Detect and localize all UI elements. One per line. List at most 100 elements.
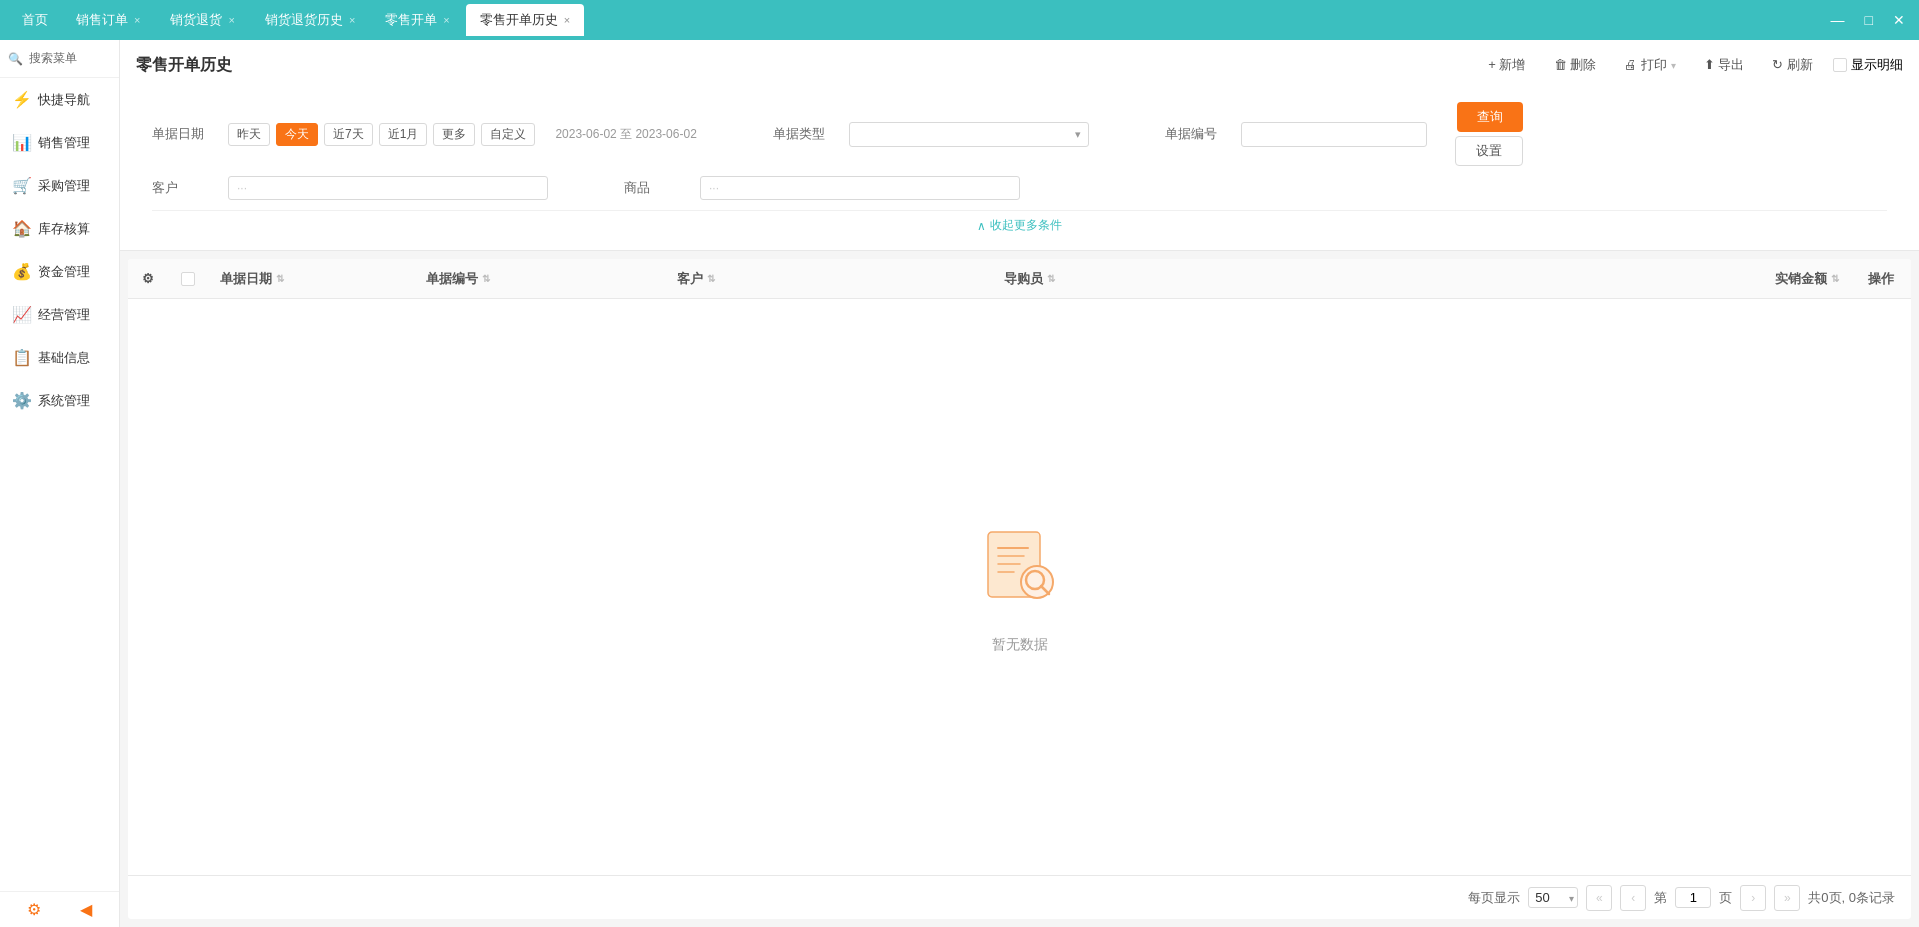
print-dropdown-icon[interactable]: ▾ (1671, 60, 1676, 71)
table-settings-icon[interactable]: ⚙ (128, 271, 168, 286)
date-btn-today[interactable]: 今天 (276, 123, 318, 146)
collapse-label: 收起更多条件 (990, 217, 1062, 234)
tab-sales-order[interactable]: 销售订单 × (62, 4, 154, 36)
sidebar-item-label-basic-info: 基础信息 (38, 349, 90, 367)
print-button[interactable]: 🖨 打印 ▾ (1616, 52, 1684, 78)
customer-placeholder: ··· (237, 181, 539, 195)
sidebar-item-label-purchase-mgmt: 采购管理 (38, 177, 90, 195)
tab-close-sales-return[interactable]: × (228, 14, 234, 26)
tab-close-sales-order[interactable]: × (134, 14, 140, 26)
pagination-next-btn[interactable]: › (1740, 885, 1766, 911)
doc-no-input[interactable] (1241, 122, 1427, 147)
tab-sales-return[interactable]: 销货退货 × (156, 4, 248, 36)
top-tabbar: 首页 销售订单 × 销货退货 × 销货退货历史 × 零售开单 × 零售开单历史 … (0, 0, 1919, 40)
search-icon: 🔍 (8, 52, 23, 66)
sales-mgmt-icon: 📊 (12, 133, 30, 152)
empty-state: 暂无数据 (128, 299, 1911, 875)
collapse-up-icon: ∧ (977, 219, 986, 233)
minimize-btn[interactable]: — (1825, 10, 1851, 30)
filter-row-customer: 客户 ··· 商品 ··· (152, 176, 1887, 200)
th-customer-sort-icon: ⇅ (707, 273, 715, 284)
table-area: ⚙ 单据日期 ⇅ 单据编号 ⇅ 客户 ⇅ 导购员 ⇅ (128, 259, 1911, 919)
collapse-button[interactable]: ∧ 收起更多条件 (977, 217, 1062, 234)
table-select-all-checkbox[interactable] (168, 272, 208, 286)
sidebar-item-label-quick-nav: 快捷导航 (38, 91, 90, 109)
goods-input[interactable]: ··· (700, 176, 1020, 200)
sidebar-item-operations[interactable]: 📈 经营管理 (0, 293, 119, 336)
table-header: ⚙ 单据日期 ⇅ 单据编号 ⇅ 客户 ⇅ 导购员 ⇅ (128, 259, 1911, 299)
customer-input[interactable]: ··· (228, 176, 548, 200)
tab-home[interactable]: 首页 (8, 4, 62, 36)
sidebar-item-system[interactable]: ⚙️ 系统管理 (0, 379, 119, 422)
th-customer[interactable]: 客户 ⇅ (665, 270, 992, 288)
sidebar-item-inventory[interactable]: 🏠 库存核算 (0, 207, 119, 250)
customer-label: 客户 (152, 179, 212, 197)
pagination-page-input[interactable] (1675, 887, 1711, 908)
operations-icon: 📈 (12, 305, 30, 324)
tab-close-sales-return-history[interactable]: × (349, 14, 355, 26)
date-range-text: 2023-06-02 至 2023-06-02 (555, 126, 696, 143)
tab-close-retail-open-history[interactable]: × (564, 14, 570, 26)
collapse-row: ∧ 收起更多条件 (152, 210, 1887, 238)
display-detail-checkbox-group: 显示明细 (1833, 56, 1903, 74)
sidebar-item-sales-mgmt[interactable]: 📊 销售管理 (0, 121, 119, 164)
toolbar: + 新增 🗑 删除 🖨 打印 ▾ ⬆ 导出 ↻ 刷新 (1480, 52, 1903, 78)
date-btn-last7[interactable]: 近7天 (324, 123, 373, 146)
pagination-last-btn[interactable]: » (1774, 885, 1800, 911)
sidebar-collapse-btn[interactable]: ◀ (80, 900, 92, 919)
th-amount-label: 实销金额 (1775, 270, 1827, 288)
tab-retail-open-history[interactable]: 零售开单历史 × (466, 4, 584, 36)
system-icon: ⚙️ (12, 391, 30, 410)
sidebar-item-finance[interactable]: 💰 资金管理 (0, 250, 119, 293)
doc-type-select-wrapper (849, 122, 1089, 147)
page-title-row: 零售开单历史 + 新增 🗑 删除 🖨 打印 ▾ ⬆ 导出 (136, 52, 1903, 78)
th-guide[interactable]: 导购员 ⇅ (992, 270, 1198, 288)
export-button[interactable]: ⬆ 导出 (1696, 52, 1753, 78)
sidebar-item-purchase-mgmt[interactable]: 🛒 采购管理 (0, 164, 119, 207)
add-button[interactable]: + 新增 (1480, 52, 1533, 78)
date-btn-yesterday[interactable]: 昨天 (228, 123, 270, 146)
purchase-mgmt-icon: 🛒 (12, 176, 30, 195)
tab-retail-open[interactable]: 零售开单 × (371, 4, 463, 36)
per-page-label: 每页显示 (1468, 889, 1520, 907)
query-button[interactable]: 查询 (1457, 102, 1523, 132)
doc-type-select[interactable] (849, 122, 1089, 147)
th-docno[interactable]: 单据编号 ⇅ (414, 270, 665, 288)
th-date[interactable]: 单据日期 ⇅ (208, 270, 414, 288)
close-btn[interactable]: ✕ (1887, 10, 1911, 30)
date-btn-more[interactable]: 更多 (433, 123, 475, 146)
pagination: 每页显示 10 20 50 100 « ‹ 第 页 › » 共0页, 0条记录 (128, 875, 1911, 919)
tab-sales-return-history[interactable]: 销货退货历史 × (251, 4, 369, 36)
th-amount[interactable]: 实销金额 ⇅ (1676, 270, 1851, 288)
th-date-sort-icon: ⇅ (276, 273, 284, 284)
th-docno-sort-icon: ⇅ (482, 273, 490, 284)
date-btn-custom[interactable]: 自定义 (481, 123, 535, 146)
per-page-select[interactable]: 10 20 50 100 (1528, 887, 1578, 908)
tab-close-retail-open[interactable]: × (443, 14, 449, 26)
pagination-first-btn[interactable]: « (1586, 885, 1612, 911)
sidebar-item-quick-nav[interactable]: ⚡ 快捷导航 (0, 78, 119, 121)
th-date-label: 单据日期 (220, 270, 272, 288)
delete-button[interactable]: 🗑 删除 (1546, 52, 1605, 78)
date-btn-last-month[interactable]: 近1月 (379, 123, 428, 146)
window-controls: — □ ✕ (1825, 10, 1911, 30)
th-amount-sort-icon: ⇅ (1831, 273, 1839, 284)
main-layout: 🔍 搜索菜单 ⚡ 快捷导航 📊 销售管理 🛒 采购管理 🏠 库存核算 💰 资金管… (0, 40, 1919, 927)
filter-settings-button[interactable]: 设置 (1455, 136, 1523, 166)
inventory-icon: 🏠 (12, 219, 30, 238)
doc-type-label: 单据类型 (773, 125, 833, 143)
goods-placeholder: ··· (709, 181, 1011, 195)
goods-label: 商品 (624, 179, 684, 197)
refresh-button[interactable]: ↻ 刷新 (1764, 52, 1821, 78)
sidebar-item-basic-info[interactable]: 📋 基础信息 (0, 336, 119, 379)
sidebar-settings-btn[interactable]: ⚙ (27, 900, 41, 919)
page-header: 零售开单历史 + 新增 🗑 删除 🖨 打印 ▾ ⬆ 导出 (120, 40, 1919, 251)
content-area: 零售开单历史 + 新增 🗑 删除 🖨 打印 ▾ ⬆ 导出 (120, 40, 1919, 927)
sidebar-search[interactable]: 🔍 搜索菜单 (0, 40, 119, 78)
page-title: 零售开单历史 (136, 55, 232, 76)
date-label: 单据日期 (152, 125, 212, 143)
pagination-prev-btn[interactable]: ‹ (1620, 885, 1646, 911)
basic-info-icon: 📋 (12, 348, 30, 367)
maximize-btn[interactable]: □ (1859, 10, 1879, 30)
display-detail-checkbox[interactable] (1833, 58, 1847, 72)
